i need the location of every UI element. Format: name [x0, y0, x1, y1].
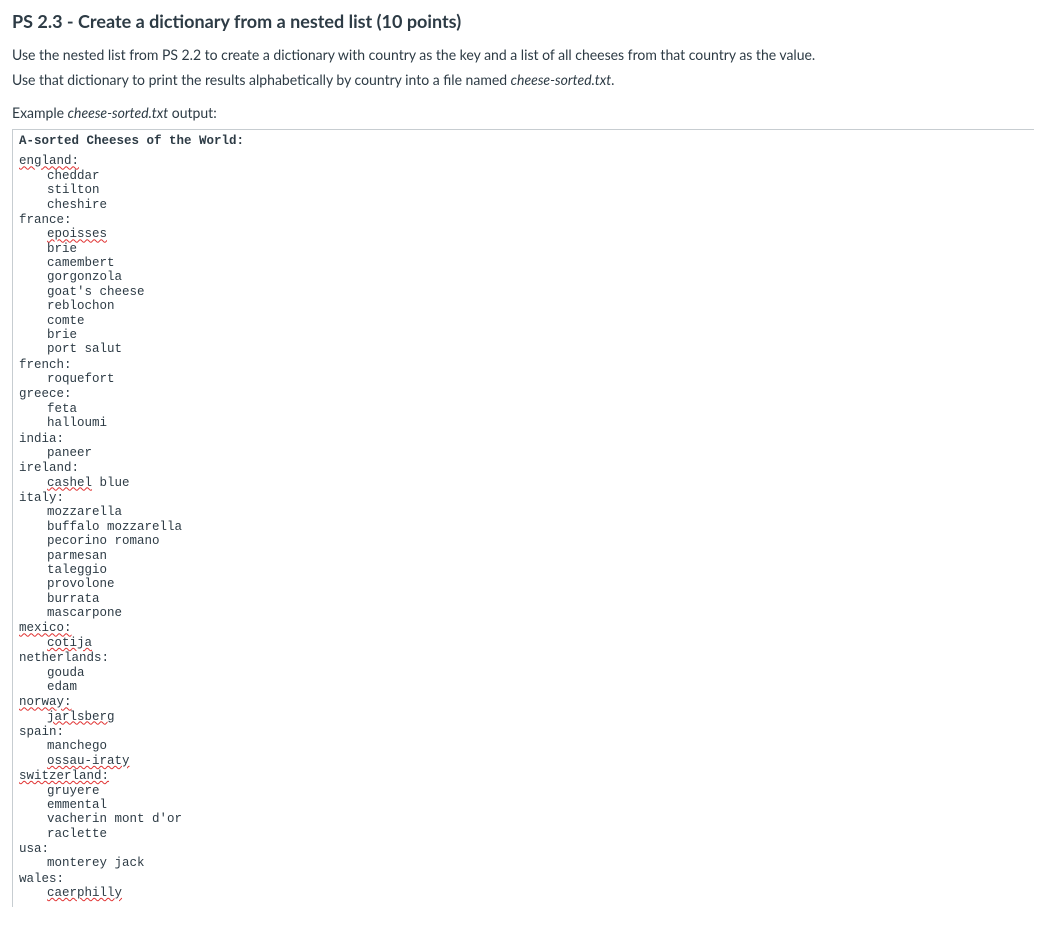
country-line: italy:	[19, 491, 1028, 505]
cheese-line: raclette	[19, 827, 1028, 841]
country-line: switzerland:	[19, 769, 1028, 783]
cheese-line: vacherin mont d'or	[19, 812, 1028, 826]
filename: cheese-sorted.txt	[511, 71, 612, 88]
cheese-line: cheddar	[19, 169, 1028, 183]
cheese-line: pecorino romano	[19, 534, 1028, 548]
cheese-line: manchego	[19, 739, 1028, 753]
country-line: ireland:	[19, 461, 1028, 475]
country-line: netherlands:	[19, 651, 1028, 665]
cheese-line: cotija	[19, 636, 1028, 650]
cheese-line: mascarpone	[19, 606, 1028, 620]
cheese-line: port salut	[19, 342, 1028, 356]
cheese-line: provolone	[19, 577, 1028, 591]
cheese-line: brie	[19, 242, 1028, 256]
country-line: mexico:	[19, 621, 1028, 635]
cheese-line: gouda	[19, 666, 1028, 680]
cheese-line: cheshire	[19, 198, 1028, 212]
description-line-1: Use the nested list from PS 2.2 to creat…	[12, 44, 1034, 65]
cheese-line: caerphilly	[19, 886, 1028, 900]
cheese-line: reblochon	[19, 299, 1028, 313]
cheese-line: parmesan	[19, 549, 1028, 563]
description-text-post: .	[611, 71, 614, 88]
cheese-line: gorgonzola	[19, 270, 1028, 284]
example-label: Example cheese-sorted.txt output:	[12, 104, 1034, 121]
cheese-line: camembert	[19, 256, 1028, 270]
country-line: france:	[19, 213, 1028, 227]
cheese-line: goat's cheese	[19, 285, 1028, 299]
country-line: spain:	[19, 725, 1028, 739]
description-text: Use that dictionary to print the results…	[12, 71, 511, 88]
cheese-line: buffalo mozzarella	[19, 520, 1028, 534]
cheese-line: stilton	[19, 183, 1028, 197]
description-line-2: Use that dictionary to print the results…	[12, 69, 1034, 90]
cheese-line: emmental	[19, 798, 1028, 812]
assignment-document: PS 2.3 - Create a dictionary from a nest…	[0, 0, 1046, 927]
cheese-line: brie	[19, 328, 1028, 342]
country-line: greece:	[19, 387, 1028, 401]
cheese-line: taleggio	[19, 563, 1028, 577]
example-pre: Example	[12, 104, 68, 121]
code-output-body: england:cheddarstiltoncheshirefrance:epo…	[19, 154, 1028, 900]
cheese-line: edam	[19, 680, 1028, 694]
cheese-line: epoisses	[19, 227, 1028, 241]
cheese-line: mozzarella	[19, 505, 1028, 519]
cheese-line: ossau-iraty	[19, 754, 1028, 768]
cheese-line: gruyere	[19, 784, 1028, 798]
country-line: usa:	[19, 842, 1028, 856]
heading: PS 2.3 - Create a dictionary from a nest…	[12, 10, 1034, 32]
cheese-line: cashel blue	[19, 476, 1028, 490]
cheese-line: paneer	[19, 446, 1028, 460]
cheese-line: burrata	[19, 592, 1028, 606]
cheese-line: monterey jack	[19, 856, 1028, 870]
example-filename: cheese-sorted.txt	[68, 104, 169, 121]
code-output-header: A-sorted Cheeses of the World:	[19, 134, 244, 148]
country-line: india:	[19, 432, 1028, 446]
cheese-line: roquefort	[19, 372, 1028, 386]
cheese-line: feta	[19, 402, 1028, 416]
code-output-box: A-sorted Cheeses of the World: england:c…	[12, 129, 1034, 907]
country-line: england:	[19, 154, 1028, 168]
country-line: french:	[19, 358, 1028, 372]
cheese-line: jarlsberg	[19, 710, 1028, 724]
example-post: output:	[168, 104, 217, 121]
cheese-line: halloumi	[19, 416, 1028, 430]
country-line: norway:	[19, 695, 1028, 709]
cheese-line: comte	[19, 314, 1028, 328]
